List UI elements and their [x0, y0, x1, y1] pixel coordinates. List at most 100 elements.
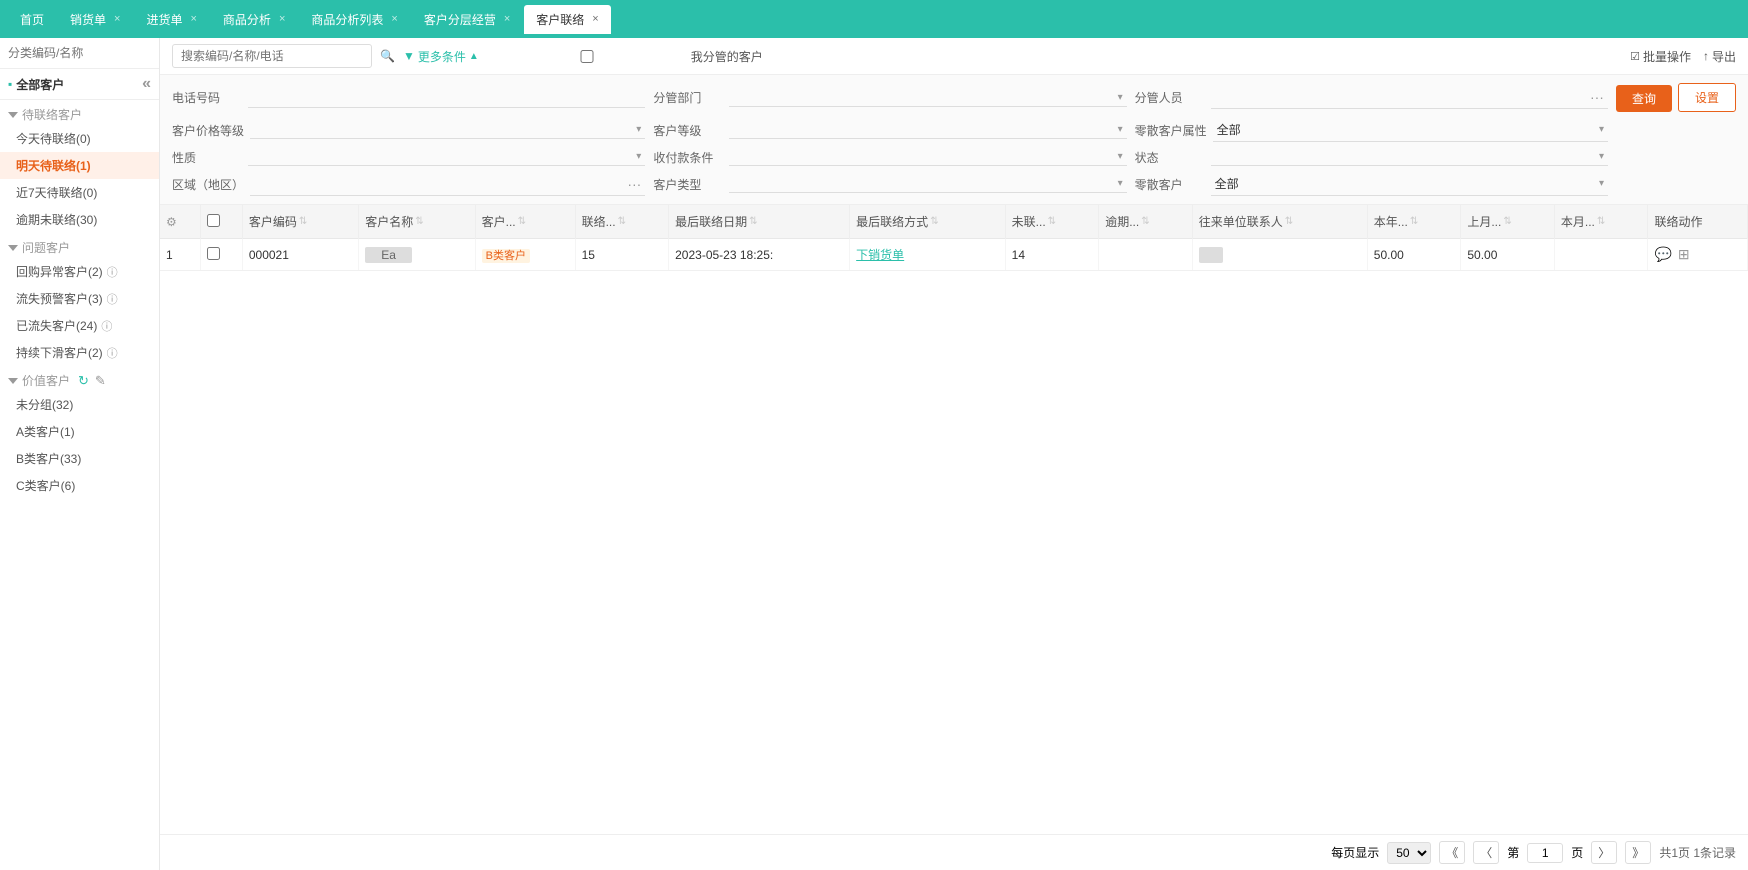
- col-this-year[interactable]: 本年...⇅: [1367, 205, 1461, 239]
- group-pending-contact: 待联络客户: [0, 100, 159, 125]
- close-icon[interactable]: ×: [592, 13, 598, 25]
- filter-payment: 收付款条件 ▾: [653, 148, 1126, 166]
- prev-page-button[interactable]: 〈: [1473, 841, 1499, 864]
- col-overdue[interactable]: 逾期...⇅: [1099, 205, 1193, 239]
- sidebar-item-overdue[interactable]: 逾期未联络(30): [0, 206, 159, 233]
- area-select[interactable]: ···: [250, 173, 645, 196]
- filter-dept: 分管部门 ▾: [653, 89, 1126, 107]
- close-icon[interactable]: ×: [504, 13, 510, 25]
- export-button[interactable]: ↑ 导出: [1703, 48, 1736, 65]
- expand-icon[interactable]: [8, 245, 18, 251]
- filter-toolbar: 🔍 ▼ 更多条件 ▲ 我分管的客户 ☑ 批量操作 ↑ 导出: [160, 38, 1748, 75]
- sidebar-item-ungrouped[interactable]: 未分组(32): [0, 391, 159, 418]
- col-last-month[interactable]: 上月...⇅: [1461, 205, 1555, 239]
- page-size-select[interactable]: 50: [1387, 842, 1431, 864]
- col-this-month[interactable]: 本月...⇅: [1554, 205, 1648, 239]
- col-code[interactable]: 客户编码⇅: [242, 205, 358, 239]
- filter-retail-attr: 零散客户属性 全部 ▾: [1135, 118, 1608, 142]
- retail-attr-select[interactable]: 全部 ▾: [1213, 118, 1608, 142]
- col-name[interactable]: 客户名称⇅: [359, 205, 475, 239]
- row-checkbox[interactable]: [207, 247, 220, 260]
- status-select[interactable]: ▾: [1211, 148, 1608, 166]
- cell-last-method[interactable]: 下销货单: [850, 239, 1005, 271]
- col-gear[interactable]: ⚙: [160, 205, 200, 239]
- sidebar-item-a-customers[interactable]: A类客户(1): [0, 418, 159, 445]
- close-icon[interactable]: ×: [114, 13, 120, 25]
- nav-sales[interactable]: 销货单 ×: [58, 5, 132, 34]
- cell-checkbox[interactable]: [200, 239, 242, 271]
- nav-customer-tier[interactable]: 客户分层经营 ×: [412, 5, 522, 34]
- sidebar-item-b-customers[interactable]: B类客户(33): [0, 445, 159, 472]
- sidebar: 🔍 ▪ 全部客户 « 待联络客户 今天待联络(0) 明天待联络(1) 近7天待联…: [0, 38, 160, 870]
- my-customers-checkbox[interactable]: [487, 50, 687, 63]
- col-last-method[interactable]: 最后联络方式⇅: [850, 205, 1005, 239]
- cell-last-date: 2023-05-23 18:25:: [669, 239, 850, 271]
- nav-product-analysis[interactable]: 商品分析 ×: [211, 5, 297, 34]
- filter-area: 区域（地区） ···: [172, 173, 645, 196]
- group-problem-customers: 问题客户: [0, 233, 159, 258]
- more-conditions-button[interactable]: ▼ 更多条件 ▲: [403, 48, 479, 65]
- price-grade-select[interactable]: ▾: [250, 121, 645, 139]
- retail-select[interactable]: 全部 ▾: [1211, 172, 1608, 196]
- filter-status: 状态 ▾: [1135, 148, 1608, 166]
- setting-button[interactable]: 设置: [1678, 83, 1736, 112]
- filter-nature: 性质 ▾: [172, 148, 645, 166]
- col-type[interactable]: 客户...⇅: [475, 205, 575, 239]
- cell-name: Ea: [359, 239, 475, 271]
- col-uncontacted[interactable]: 未联...⇅: [1005, 205, 1099, 239]
- nav-home[interactable]: 首页: [8, 5, 56, 34]
- sidebar-item-churned[interactable]: 已流失客户(24) ⓘ: [0, 312, 159, 339]
- sidebar-search-input[interactable]: [8, 46, 160, 60]
- page-number-input[interactable]: [1527, 843, 1563, 863]
- nature-select[interactable]: ▾: [248, 148, 645, 166]
- col-checkbox[interactable]: [200, 205, 242, 239]
- sidebar-item-today[interactable]: 今天待联络(0): [0, 125, 159, 152]
- last-page-button[interactable]: 》: [1625, 841, 1651, 864]
- search-input[interactable]: [172, 44, 372, 68]
- next-page-button[interactable]: 〉: [1591, 841, 1617, 864]
- table-row: 1 000021 Ea B类客户 15 2023-05-23 18:25: 下销…: [160, 239, 1748, 271]
- close-icon[interactable]: ×: [190, 13, 196, 25]
- filter-customer-type: 客户类型 ▾: [653, 175, 1126, 193]
- nav-product-analysis-list[interactable]: 商品分析列表 ×: [299, 5, 409, 34]
- more-action-icon[interactable]: ⊞: [1678, 246, 1690, 263]
- customer-grade-select[interactable]: ▾: [729, 121, 1126, 139]
- person-select[interactable]: ···: [1211, 86, 1608, 109]
- my-customers-checkbox-label[interactable]: 我分管的客户: [487, 48, 763, 65]
- search-button[interactable]: 🔍: [380, 49, 395, 63]
- sidebar-item-tomorrow[interactable]: 明天待联络(1): [0, 152, 159, 179]
- cell-index: 1: [160, 239, 200, 271]
- query-button[interactable]: 查询: [1616, 85, 1672, 112]
- phone-input[interactable]: [248, 88, 645, 108]
- close-icon[interactable]: ×: [391, 13, 397, 25]
- col-contact-count[interactable]: 联络...⇅: [575, 205, 669, 239]
- filter-actions: 查询 设置: [1616, 83, 1736, 112]
- nav-customer-contact[interactable]: 客户联络 ×: [524, 5, 610, 34]
- collapse-icon[interactable]: «: [142, 75, 151, 93]
- first-page-button[interactable]: 《: [1439, 841, 1465, 864]
- sidebar-item-repurchase-abnormal[interactable]: 回购异常客户(2) ⓘ: [0, 258, 159, 285]
- payment-select[interactable]: ▾: [729, 148, 1126, 166]
- expand-icon[interactable]: [8, 378, 18, 384]
- col-last-date[interactable]: 最后联络日期⇅: [669, 205, 850, 239]
- dept-select[interactable]: ▾: [729, 89, 1126, 107]
- cell-code: 000021: [242, 239, 358, 271]
- expand-icon[interactable]: [8, 112, 18, 118]
- col-unit-contact[interactable]: 往来单位联系人⇅: [1192, 205, 1367, 239]
- all-customers-header[interactable]: ▪ 全部客户 «: [0, 69, 159, 100]
- cell-last-month: 50.00: [1461, 239, 1555, 271]
- advanced-filters: 电话号码 分管部门 ▾ 分管人员 ··· 查询 设置: [160, 75, 1748, 205]
- cell-this-year: 50.00: [1367, 239, 1461, 271]
- sidebar-item-c-customers[interactable]: C类客户(6): [0, 472, 159, 499]
- filter-customer-grade: 客户等级 ▾: [653, 121, 1126, 139]
- customer-type-select[interactable]: ▾: [729, 175, 1126, 193]
- sidebar-item-churn-warning[interactable]: 流失预警客户(3) ⓘ: [0, 285, 159, 312]
- sidebar-item-declining[interactable]: 持续下滑客户(2) ⓘ: [0, 339, 159, 366]
- close-icon[interactable]: ×: [279, 13, 285, 25]
- sidebar-item-week[interactable]: 近7天待联络(0): [0, 179, 159, 206]
- select-all-checkbox[interactable]: [207, 214, 220, 227]
- contact-action-icon[interactable]: 💬: [1654, 246, 1671, 263]
- cell-action[interactable]: 💬 ⊞: [1648, 239, 1748, 271]
- batch-ops-button[interactable]: ☑ 批量操作: [1630, 48, 1691, 65]
- nav-purchase[interactable]: 进货单 ×: [134, 5, 208, 34]
